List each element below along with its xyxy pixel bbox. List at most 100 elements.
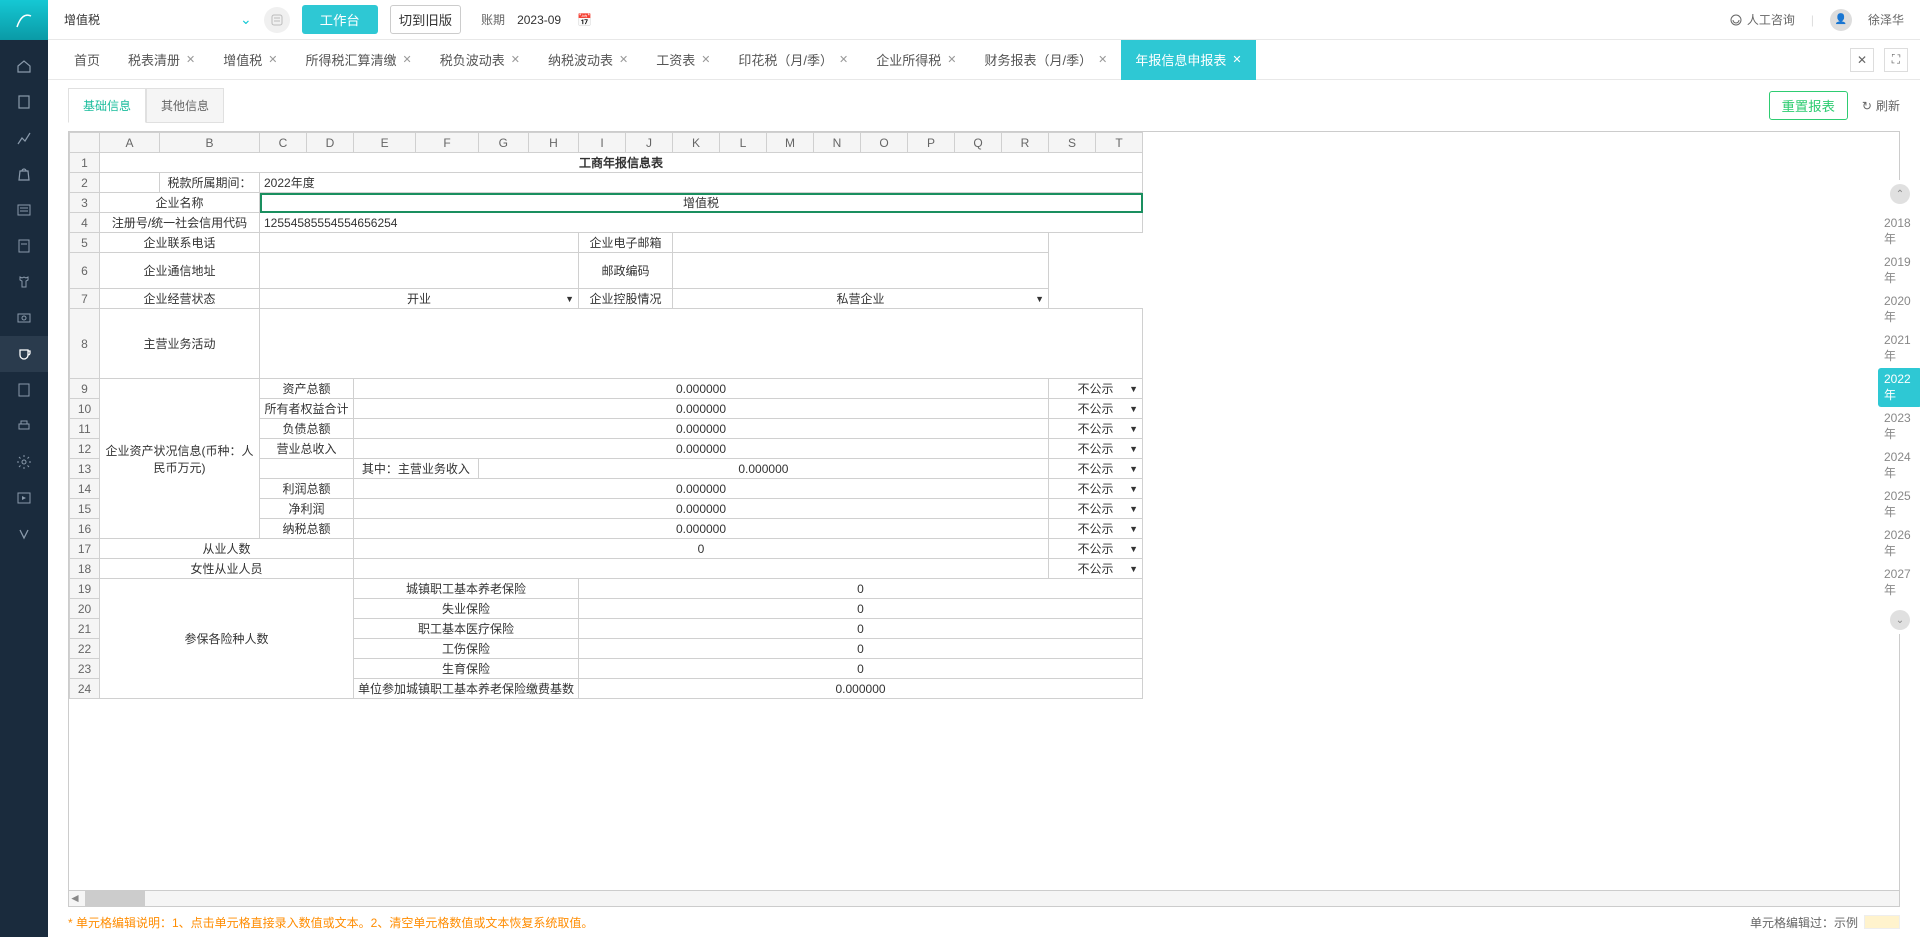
tab-税负波动表[interactable]: 税负波动表✕ bbox=[426, 40, 534, 80]
insurance-value[interactable]: 0 bbox=[579, 639, 1143, 659]
col-header-Q[interactable]: Q bbox=[955, 133, 1002, 153]
asset-value[interactable]: 0.000000 bbox=[354, 379, 1049, 399]
nav-v-icon[interactable] bbox=[0, 516, 48, 552]
asset-label[interactable]: 净利润 bbox=[260, 499, 354, 519]
col-header-I[interactable]: I bbox=[579, 133, 626, 153]
col-header-F[interactable]: F bbox=[416, 133, 478, 153]
close-icon[interactable]: ✕ bbox=[268, 53, 277, 66]
cell[interactable] bbox=[100, 173, 160, 193]
asset-publicity[interactable]: 不公示▼ bbox=[1049, 419, 1143, 439]
close-icon[interactable]: ✕ bbox=[186, 53, 195, 66]
female-pub[interactable]: 不公示▼ bbox=[1049, 559, 1143, 579]
asset-value[interactable]: 0.000000 bbox=[354, 399, 1049, 419]
asset-value[interactable]: 0.000000 bbox=[354, 519, 1049, 539]
tab-工资表[interactable]: 工资表✕ bbox=[642, 40, 724, 80]
mainbiz-label[interactable]: 主营业务活动 bbox=[100, 309, 260, 379]
insurance-label[interactable]: 单位参加城镇职工基本养老保险缴费基数 bbox=[354, 679, 579, 699]
employees-value[interactable]: 0 bbox=[354, 539, 1049, 559]
close-icon[interactable]: ✕ bbox=[511, 53, 520, 66]
nav-money-icon[interactable] bbox=[0, 300, 48, 336]
col-header-O[interactable]: O bbox=[861, 133, 908, 153]
year-2019年[interactable]: 2019年 bbox=[1878, 251, 1920, 290]
close-icon[interactable]: ✕ bbox=[947, 53, 956, 66]
col-header-B[interactable]: B bbox=[160, 133, 260, 153]
year-2021年[interactable]: 2021年 bbox=[1878, 329, 1920, 368]
asset-value[interactable]: 0.000000 bbox=[354, 479, 1049, 499]
subtab-其他信息[interactable]: 其他信息 bbox=[146, 88, 224, 123]
nav-play-icon[interactable] bbox=[0, 480, 48, 516]
phone-label[interactable]: 企业联系电话 bbox=[100, 233, 260, 253]
col-header-K[interactable]: K bbox=[673, 133, 720, 153]
row-header[interactable]: 21 bbox=[70, 619, 100, 639]
email-value[interactable] bbox=[673, 233, 1049, 253]
nav-receipt-icon[interactable] bbox=[0, 372, 48, 408]
asset-value[interactable]: 0.000000 bbox=[354, 499, 1049, 519]
asset-publicity[interactable]: 不公示▼ bbox=[1049, 459, 1143, 479]
row-header[interactable]: 5 bbox=[70, 233, 100, 253]
row-header[interactable]: 8 bbox=[70, 309, 100, 379]
year-2018年[interactable]: 2018年 bbox=[1878, 212, 1920, 251]
tab-企业所得税[interactable]: 企业所得税✕ bbox=[862, 40, 970, 80]
year-2022年[interactable]: 2022年 bbox=[1878, 368, 1920, 407]
nav-shirt-icon[interactable] bbox=[0, 264, 48, 300]
period-value[interactable]: 2023-09 bbox=[517, 13, 561, 27]
asset-label[interactable]: 其中：主营业务收入 bbox=[354, 459, 479, 479]
insurance-value[interactable]: 0 bbox=[579, 659, 1143, 679]
nav-list-icon[interactable] bbox=[0, 192, 48, 228]
col-header-M[interactable]: M bbox=[767, 133, 814, 153]
row-header[interactable]: 4 bbox=[70, 213, 100, 233]
female-label[interactable]: 女性从业人员 bbox=[100, 559, 354, 579]
support-link[interactable]: 人工咨询 bbox=[1729, 11, 1795, 28]
row-header[interactable]: 14 bbox=[70, 479, 100, 499]
row-header[interactable]: 19 bbox=[70, 579, 100, 599]
status-value[interactable]: 开业▼ bbox=[260, 289, 579, 309]
nav-home-icon[interactable] bbox=[0, 48, 48, 84]
asset-label[interactable]: 资产总额 bbox=[260, 379, 354, 399]
row-header[interactable]: 18 bbox=[70, 559, 100, 579]
year-2023年[interactable]: 2023年 bbox=[1878, 407, 1920, 446]
note-button[interactable] bbox=[264, 7, 290, 33]
row-header[interactable]: 17 bbox=[70, 539, 100, 559]
tab-所得税汇算清缴[interactable]: 所得税汇算清缴✕ bbox=[291, 40, 425, 80]
corner-cell[interactable] bbox=[70, 133, 100, 153]
insurance-label[interactable]: 失业保险 bbox=[354, 599, 579, 619]
insurance-value[interactable]: 0 bbox=[579, 599, 1143, 619]
workbench-button[interactable]: 工作台 bbox=[302, 5, 378, 34]
company-label[interactable]: 企业名称 bbox=[100, 193, 260, 213]
row-header[interactable]: 11 bbox=[70, 419, 100, 439]
asset-value[interactable]: 0.000000 bbox=[354, 419, 1049, 439]
insurance-value[interactable]: 0 bbox=[579, 579, 1143, 599]
col-header-S[interactable]: S bbox=[1049, 133, 1096, 153]
subtab-基础信息[interactable]: 基础信息 bbox=[68, 88, 146, 123]
period-label-cell[interactable]: 税款所属期间： bbox=[160, 173, 260, 193]
employees-label[interactable]: 从业人数 bbox=[100, 539, 354, 559]
year-2025年[interactable]: 2025年 bbox=[1878, 485, 1920, 524]
year-up-button[interactable]: ⌃ bbox=[1890, 184, 1910, 204]
row-header[interactable]: 13 bbox=[70, 459, 100, 479]
sheet-title[interactable]: 工商年报信息表 bbox=[100, 153, 1143, 173]
row-header[interactable]: 3 bbox=[70, 193, 100, 213]
col-header-E[interactable]: E bbox=[354, 133, 416, 153]
row-header[interactable]: 1 bbox=[70, 153, 100, 173]
regno-value[interactable]: 12554585554554656254 bbox=[260, 213, 1143, 233]
close-icon[interactable]: ✕ bbox=[1232, 53, 1241, 66]
insurance-label[interactable]: 城镇职工基本养老保险 bbox=[354, 579, 579, 599]
phone-value[interactable] bbox=[260, 233, 579, 253]
switch-old-button[interactable]: 切到旧版 bbox=[390, 5, 461, 34]
col-header-R[interactable]: R bbox=[1002, 133, 1049, 153]
row-header[interactable]: 10 bbox=[70, 399, 100, 419]
assets-group-label[interactable]: 企业资产状况信息(币种：人民币万元) bbox=[100, 379, 260, 539]
tab-纳税波动表[interactable]: 纳税波动表✕ bbox=[534, 40, 642, 80]
holding-value[interactable]: 私营企业▼ bbox=[673, 289, 1049, 309]
insurance-value[interactable]: 0.000000 bbox=[579, 679, 1143, 699]
row-header[interactable]: 24 bbox=[70, 679, 100, 699]
asset-publicity[interactable]: 不公示▼ bbox=[1049, 439, 1143, 459]
col-header-D[interactable]: D bbox=[307, 133, 354, 153]
row-header[interactable]: 6 bbox=[70, 253, 100, 289]
close-icon[interactable]: ✕ bbox=[701, 53, 710, 66]
year-2020年[interactable]: 2020年 bbox=[1878, 290, 1920, 329]
postcode-label[interactable]: 邮政编码 bbox=[579, 253, 673, 289]
row-header[interactable]: 16 bbox=[70, 519, 100, 539]
row-header[interactable]: 12 bbox=[70, 439, 100, 459]
close-icon[interactable]: ✕ bbox=[403, 53, 412, 66]
